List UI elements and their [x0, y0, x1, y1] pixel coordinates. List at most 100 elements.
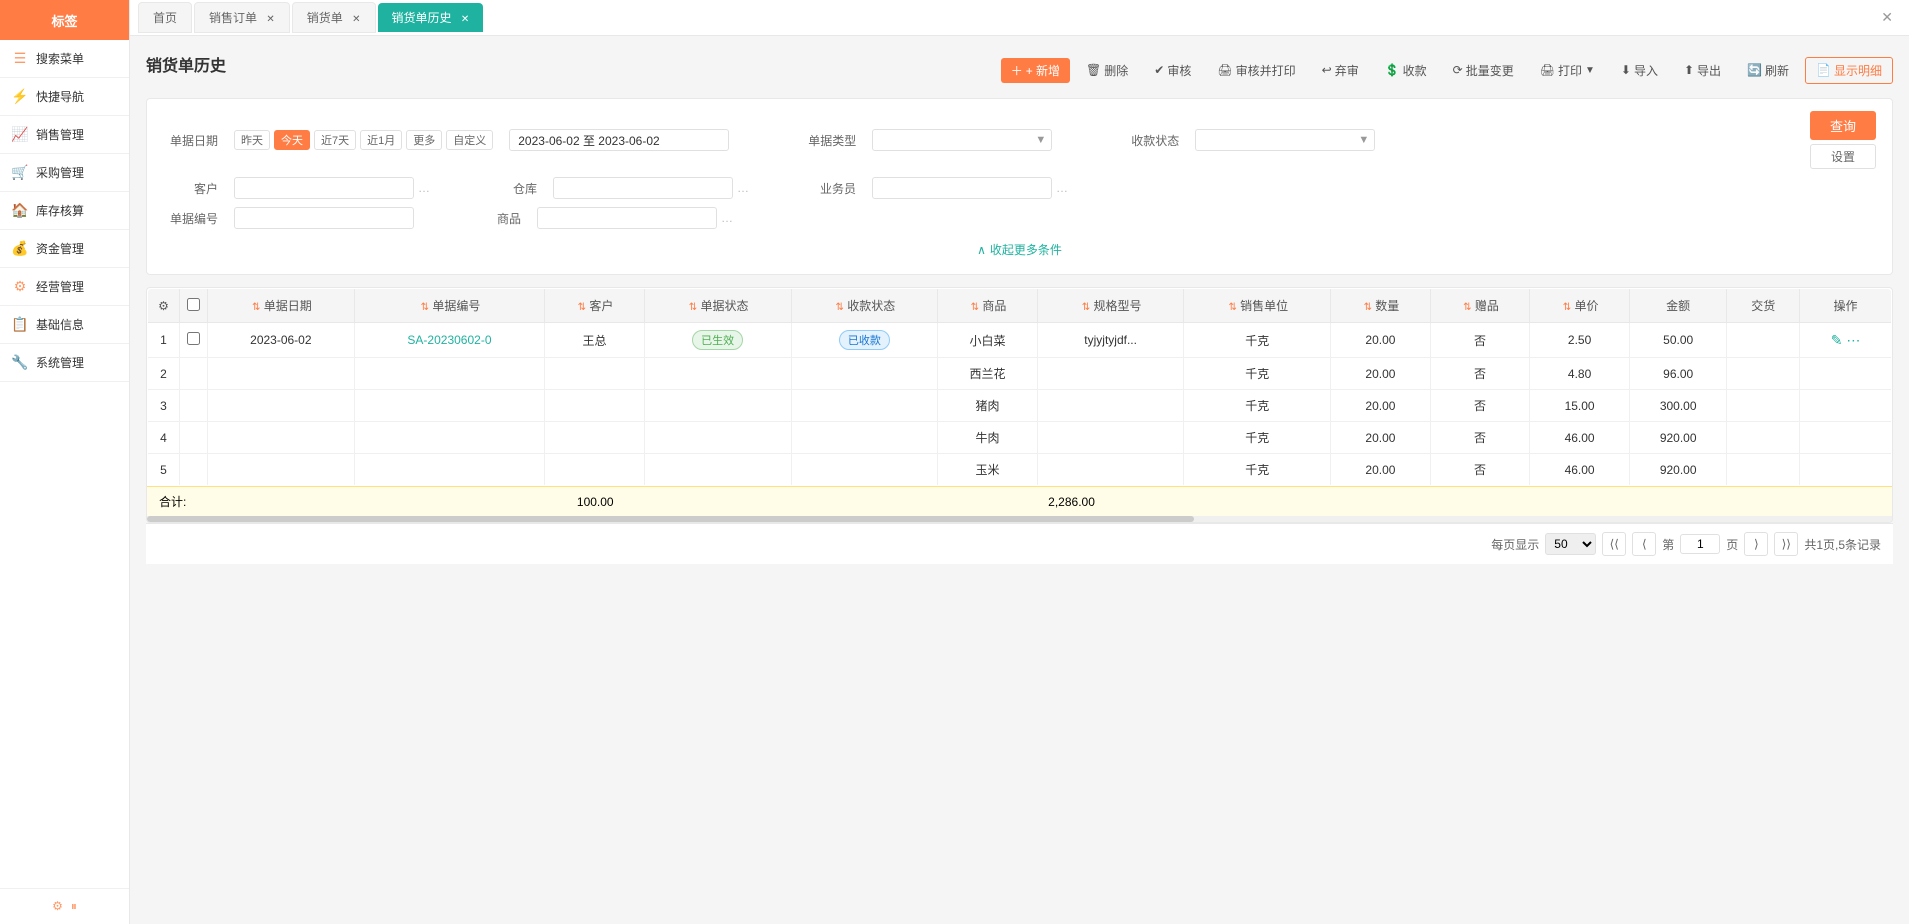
- sidebar-item-operations[interactable]: ⚙ 经营管理: [0, 268, 129, 306]
- page-last-btn[interactable]: ⟩⟩: [1774, 532, 1798, 556]
- query-button[interactable]: 查询: [1810, 111, 1876, 140]
- th-gift[interactable]: ⇅ 赠品: [1430, 289, 1530, 323]
- tab-home[interactable]: 首页: [138, 2, 192, 33]
- row-checkbox[interactable]: [180, 323, 208, 358]
- sidebar-item-sys-mgmt[interactable]: 🔧 系统管理: [0, 344, 129, 382]
- row-checkbox[interactable]: [180, 358, 208, 390]
- tab-sales-goods[interactable]: 销货单 ✕: [292, 2, 376, 33]
- th-delivery[interactable]: 交货: [1727, 289, 1800, 323]
- sidebar-footer-icon1[interactable]: ⚙: [52, 899, 63, 914]
- tab-sales-history[interactable]: 销货单历史 ✕: [378, 3, 484, 32]
- collect-button[interactable]: 💲 收款: [1375, 58, 1437, 83]
- th-qty[interactable]: ⇅ 数量: [1331, 289, 1431, 323]
- sidebar-item-purchase-mgmt[interactable]: 🛒 采购管理: [0, 154, 129, 192]
- print-button[interactable]: 🖨 打印 ▼: [1530, 58, 1605, 83]
- warehouse-input[interactable]: [553, 177, 733, 199]
- page-next-btn[interactable]: ⟩: [1744, 532, 1768, 556]
- date-more[interactable]: 更多: [406, 130, 442, 150]
- page-prev-btn[interactable]: ⟨: [1632, 532, 1656, 556]
- tab-close-all[interactable]: ✕: [1873, 9, 1901, 26]
- edit-icon[interactable]: ✎: [1831, 332, 1843, 348]
- th-settings[interactable]: ⚙: [148, 289, 180, 323]
- row-order-no[interactable]: [354, 358, 545, 390]
- delete-button[interactable]: 🗑 删除: [1076, 58, 1138, 83]
- show-detail-button[interactable]: 📄 显示明细: [1805, 57, 1893, 84]
- row-order-no[interactable]: [354, 422, 545, 454]
- per-page-select[interactable]: 50 100 200: [1545, 533, 1596, 555]
- table-container: ⚙ ⇅ 单据日期 ⇅ 单据编号 ⇅ 客户 ⇅ 单据状态 ⇅ 收款状态 ⇅ 商品 …: [146, 287, 1893, 523]
- row-order-no[interactable]: [354, 454, 545, 486]
- th-order-status[interactable]: ⇅ 单据状态: [644, 289, 791, 323]
- sidebar-item-search-menu[interactable]: ☰ 搜索菜单: [0, 40, 129, 78]
- sidebar-item-finance[interactable]: 💰 资金管理: [0, 230, 129, 268]
- sidebar-footer-icon2[interactable]: ⏸: [71, 899, 77, 914]
- sidebar-header: 标签: [0, 0, 129, 40]
- table-summary: 合计: 100.00 2,286.00: [147, 486, 1892, 516]
- set-button[interactable]: 设置: [1810, 144, 1876, 169]
- sidebar-item-quick-nav[interactable]: ⚡ 快捷导航: [0, 78, 129, 116]
- row-order-no[interactable]: SA-20230602-0: [354, 323, 545, 358]
- row-checkbox[interactable]: [180, 454, 208, 486]
- import-button[interactable]: ⬇ 导入: [1611, 58, 1668, 83]
- row-goods: 西兰花: [938, 358, 1038, 390]
- customer-more-icon[interactable]: …: [418, 181, 430, 195]
- warehouse-more-icon[interactable]: …: [737, 181, 749, 195]
- th-goods[interactable]: ⇅ 商品: [938, 289, 1038, 323]
- tab-sales-goods-close[interactable]: ✕: [352, 14, 360, 25]
- collapse-button[interactable]: ∧ 收起更多条件: [163, 237, 1876, 262]
- type-input[interactable]: [872, 129, 1052, 151]
- th-amount[interactable]: 金额: [1629, 289, 1727, 323]
- th-unit[interactable]: ⇅ 销售单位: [1184, 289, 1331, 323]
- th-spec[interactable]: ⇅ 规格型号: [1037, 289, 1184, 323]
- th-order-no[interactable]: ⇅ 单据编号: [354, 289, 545, 323]
- batch-change-button[interactable]: ⟳ 批量变更: [1443, 58, 1524, 83]
- new-button[interactable]: ＋ + 新增: [1001, 58, 1070, 83]
- sort-icon: ⇅: [252, 302, 260, 313]
- date-range-input[interactable]: [509, 129, 729, 151]
- sales-rep-input[interactable]: [872, 177, 1052, 199]
- page-number-input[interactable]: [1680, 534, 1720, 554]
- row-order-no[interactable]: [354, 390, 545, 422]
- row-select[interactable]: [187, 332, 200, 345]
- sales-rep-more-icon[interactable]: …: [1056, 181, 1068, 195]
- row-goods: 猪肉: [938, 390, 1038, 422]
- tab-sales-history-close[interactable]: ✕: [461, 14, 469, 25]
- goods-input[interactable]: [537, 207, 717, 229]
- customer-input[interactable]: [234, 177, 414, 199]
- audit-button[interactable]: ✔ 审核: [1144, 58, 1201, 83]
- audit-print-button[interactable]: 🖨 审核并打印: [1207, 58, 1305, 83]
- sidebar-item-label: 库存核算: [36, 202, 84, 219]
- th-price[interactable]: ⇅ 单价: [1530, 289, 1630, 323]
- row-checkbox[interactable]: [180, 422, 208, 454]
- pay-status-input[interactable]: [1195, 129, 1375, 151]
- date-1month[interactable]: 近1月: [360, 130, 402, 150]
- date-yesterday[interactable]: 昨天: [234, 130, 270, 150]
- page-first-btn[interactable]: ⟨⟨: [1602, 532, 1626, 556]
- more-icon[interactable]: ⋯: [1846, 332, 1860, 348]
- tab-sales-order-close[interactable]: ✕: [266, 14, 274, 25]
- scroll-thumb[interactable]: [147, 516, 1194, 522]
- sidebar-item-inventory[interactable]: 🏠 库存核算: [0, 192, 129, 230]
- row-checkbox[interactable]: [180, 390, 208, 422]
- th-customer[interactable]: ⇅ 客户: [545, 289, 645, 323]
- th-checkbox[interactable]: [180, 289, 208, 323]
- sidebar-item-sales-mgmt[interactable]: 📈 销售管理: [0, 116, 129, 154]
- date-custom[interactable]: 自定义: [446, 130, 493, 150]
- abandon-button[interactable]: ↩ 弃审: [1312, 58, 1369, 83]
- tab-sales-order[interactable]: 销售订单 ✕: [194, 2, 290, 33]
- row-actions: [1800, 390, 1892, 422]
- export-button[interactable]: ⬆ 导出: [1674, 58, 1731, 83]
- date-today[interactable]: 今天: [274, 130, 310, 150]
- refresh-button[interactable]: 🔄 刷新: [1737, 58, 1799, 83]
- goods-more-icon[interactable]: …: [721, 211, 733, 225]
- sidebar-item-basic-info[interactable]: 📋 基础信息: [0, 306, 129, 344]
- th-pay-status[interactable]: ⇅ 收款状态: [791, 289, 938, 323]
- select-all-checkbox[interactable]: [187, 298, 200, 311]
- order-num-input[interactable]: [234, 207, 414, 229]
- row-gift: 否: [1430, 422, 1530, 454]
- date-7days[interactable]: 近7天: [314, 130, 356, 150]
- sort-icon: ⇅: [1364, 302, 1372, 313]
- sort-icon: ⇅: [421, 302, 429, 313]
- th-date[interactable]: ⇅ 单据日期: [208, 289, 355, 323]
- row-actions: [1800, 358, 1892, 390]
